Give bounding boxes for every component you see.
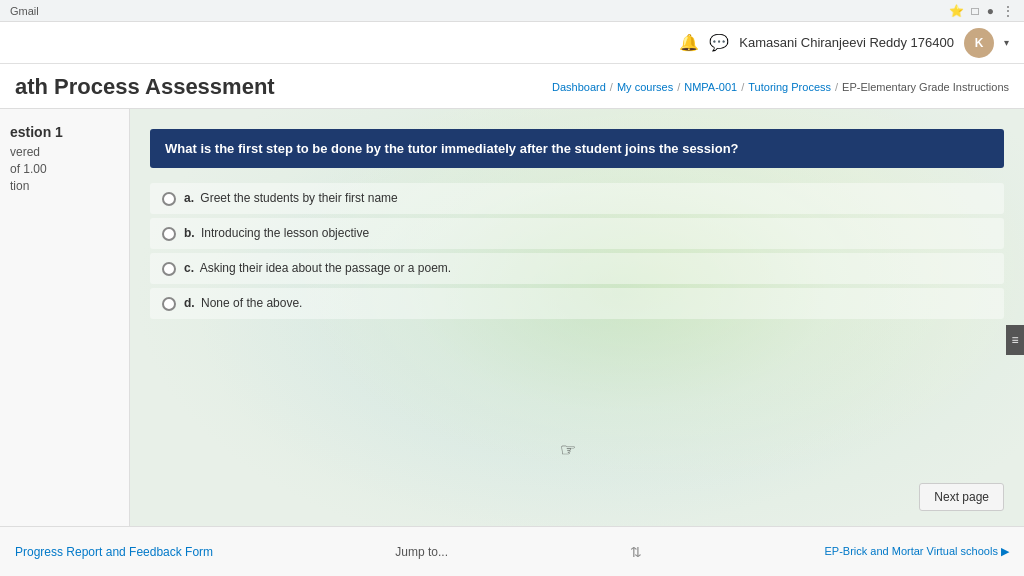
cursor-pointer: ☞: [560, 439, 576, 461]
answer-key-d: d.: [184, 296, 195, 310]
user-bar-icons: 🔔 💬 Kamasani Chiranjeevi Reddy 176400 K …: [679, 28, 1009, 58]
sidebar-points: of 1.00: [10, 162, 119, 176]
radio-a[interactable]: [162, 192, 176, 206]
sidebar-question-label: estion 1: [10, 124, 119, 140]
breadcrumb-sep2: /: [677, 81, 680, 93]
answer-option-d[interactable]: d. None of the above.: [150, 288, 1004, 319]
answer-label-d: None of the above.: [201, 296, 302, 310]
star-icon[interactable]: ⭐: [949, 4, 964, 18]
bottom-bar: Progress Report and Feedback Form Jump t…: [0, 526, 1024, 576]
breadcrumb-sep3: /: [741, 81, 744, 93]
side-panel-icon[interactable]: ≡: [1006, 325, 1024, 355]
breadcrumb-sep4: /: [835, 81, 838, 93]
next-section-link[interactable]: EP-Brick and Mortar Virtual schools ▶: [824, 545, 1008, 558]
breadcrumb-ep: EP-Elementary Grade Instructions: [842, 81, 1009, 93]
progress-report-link[interactable]: Progress Report and Feedback Form: [15, 545, 213, 559]
answer-label-a: Greet the students by their first name: [200, 191, 397, 205]
answer-text-a: a. Greet the students by their first nam…: [184, 191, 398, 205]
radio-d[interactable]: [162, 297, 176, 311]
window-icon[interactable]: □: [972, 4, 979, 18]
breadcrumb-sep1: /: [610, 81, 613, 93]
menu-icon[interactable]: ⋮: [1002, 4, 1014, 18]
question-text: What is the first step to be done by the…: [165, 141, 739, 156]
answer-text-d: d. None of the above.: [184, 296, 302, 310]
answer-key-c: c.: [184, 261, 194, 275]
course-title: ath Process Assessment: [15, 74, 275, 100]
course-header: ath Process Assessment Dashboard / My co…: [0, 64, 1024, 109]
question-box: What is the first step to be done by the…: [150, 129, 1004, 168]
profile-icon[interactable]: ●: [987, 4, 994, 18]
dropdown-arrow-icon[interactable]: ▾: [1004, 37, 1009, 48]
breadcrumb-tutoring[interactable]: Tutoring Process: [748, 81, 831, 93]
answer-option-b[interactable]: b. Introducing the lesson objective: [150, 218, 1004, 249]
notification-bell-icon[interactable]: 🔔: [679, 33, 699, 52]
answer-label-b: Introducing the lesson objective: [201, 226, 369, 240]
breadcrumb: Dashboard / My courses / NMPA-001 / Tuto…: [552, 81, 1009, 93]
main-content: estion 1 vered of 1.00 tion What is the …: [0, 109, 1024, 571]
next-page-button[interactable]: Next page: [919, 483, 1004, 511]
user-bar: 🔔 💬 Kamasani Chiranjeevi Reddy 176400 K …: [0, 22, 1024, 64]
user-name: Kamasani Chiranjeevi Reddy 176400: [739, 35, 954, 50]
answer-label-c: Asking their idea about the passage or a…: [200, 261, 452, 275]
browser-tab[interactable]: Gmail: [10, 5, 39, 17]
answer-option-c[interactable]: c. Asking their idea about the passage o…: [150, 253, 1004, 284]
answer-option-a[interactable]: a. Greet the students by their first nam…: [150, 183, 1004, 214]
sidebar-answered: vered: [10, 145, 119, 159]
breadcrumb-mycourses[interactable]: My courses: [617, 81, 673, 93]
answer-text-b: b. Introducing the lesson objective: [184, 226, 369, 240]
sidebar-type: tion: [10, 179, 119, 193]
breadcrumb-nmpa[interactable]: NMPA-001: [684, 81, 737, 93]
quiz-area: What is the first step to be done by the…: [130, 109, 1024, 571]
answer-key-a: a.: [184, 191, 194, 205]
browser-icons: ⭐ □ ● ⋮: [949, 4, 1015, 18]
radio-c[interactable]: [162, 262, 176, 276]
jump-to[interactable]: Jump to...: [395, 545, 448, 559]
answer-text-c: c. Asking their idea about the passage o…: [184, 261, 451, 275]
answer-key-b: b.: [184, 226, 195, 240]
sidebar: estion 1 vered of 1.00 tion: [0, 109, 130, 571]
browser-bar: Gmail ⭐ □ ● ⋮: [0, 0, 1024, 22]
chat-icon[interactable]: 💬: [709, 33, 729, 52]
breadcrumb-dashboard[interactable]: Dashboard: [552, 81, 606, 93]
adjust-icon[interactable]: ⇅: [630, 544, 642, 560]
avatar[interactable]: K: [964, 28, 994, 58]
radio-b[interactable]: [162, 227, 176, 241]
